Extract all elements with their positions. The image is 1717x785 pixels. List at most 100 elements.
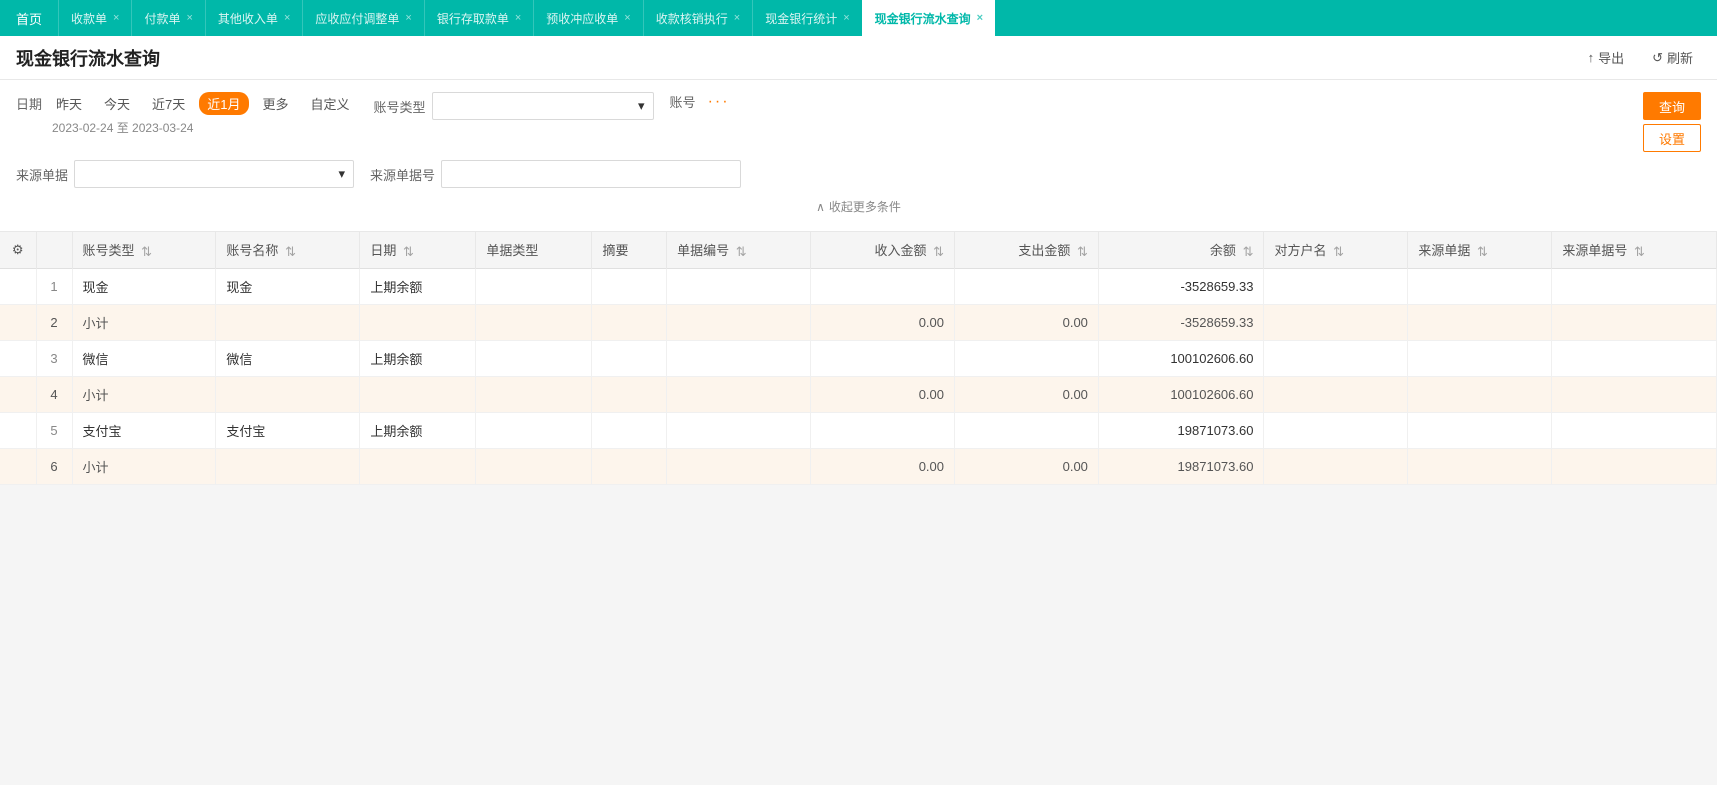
td-source-doc-no xyxy=(1552,340,1717,376)
date-label: 日期 xyxy=(16,94,42,113)
th-gear[interactable]: ⚙ xyxy=(0,232,36,268)
td-account-name: 支付宝 xyxy=(216,412,360,448)
th-account-type[interactable]: 账号类型 ⇅ xyxy=(72,232,216,268)
account-type-select[interactable]: ▾ xyxy=(432,92,654,120)
td-source-doc xyxy=(1408,376,1552,412)
sort-icon: ⇅ xyxy=(1333,244,1344,260)
td-doc-no xyxy=(667,412,811,448)
td-source-doc xyxy=(1408,412,1552,448)
export-button[interactable]: ↑ 导出 xyxy=(1580,44,1633,71)
close-icon[interactable]: × xyxy=(843,12,849,24)
date-today[interactable]: 今天 xyxy=(96,92,138,115)
collapse-bar[interactable]: ∧ 收起更多条件 xyxy=(16,194,1701,219)
td-source-doc xyxy=(1408,448,1552,484)
td-source-doc xyxy=(1408,268,1552,304)
close-icon[interactable]: × xyxy=(977,12,983,24)
td-account-type: 小计 xyxy=(72,448,216,484)
td-balance: 19871073.60 xyxy=(1098,412,1264,448)
td-index: 3 xyxy=(36,340,72,376)
nav-home[interactable]: 首页 xyxy=(0,0,58,36)
close-icon[interactable]: × xyxy=(515,12,521,24)
td-doc-type xyxy=(476,376,592,412)
table-row: 6小计0.000.0019871073.60 xyxy=(0,448,1717,484)
td-date xyxy=(360,304,476,340)
td-expense: 0.00 xyxy=(955,304,1099,340)
close-icon[interactable]: × xyxy=(405,12,411,24)
td-doc-no xyxy=(667,376,811,412)
td-source-doc-no xyxy=(1552,304,1717,340)
th-source-doc-no[interactable]: 来源单据号 ⇅ xyxy=(1552,232,1717,268)
td-account-type: 现金 xyxy=(72,268,216,304)
date-more[interactable]: 更多 xyxy=(255,92,297,115)
th-income[interactable]: 收入金额 ⇅ xyxy=(811,232,955,268)
query-button[interactable]: 查询 xyxy=(1643,92,1701,120)
gear-icon: ⚙ xyxy=(12,242,24,257)
td-expense xyxy=(955,340,1099,376)
sort-icon: ⇅ xyxy=(285,244,296,260)
th-counterparty[interactable]: 对方户名 ⇅ xyxy=(1264,232,1408,268)
chevron-down-icon: ▾ xyxy=(638,98,645,114)
table-row: 4小计0.000.00100102606.60 xyxy=(0,376,1717,412)
close-icon[interactable]: × xyxy=(113,12,119,24)
td-counterparty xyxy=(1264,340,1408,376)
date-yesterday[interactable]: 昨天 xyxy=(48,92,90,115)
nav-tab-yushou[interactable]: 预收冲应收单 × xyxy=(533,0,642,36)
th-balance[interactable]: 余额 ⇅ xyxy=(1098,232,1264,268)
nav-tab-qitashouru[interactable]: 其他收入单 × xyxy=(205,0,302,36)
td-balance: -3528659.33 xyxy=(1098,268,1264,304)
td-source-doc xyxy=(1408,304,1552,340)
td-checkbox xyxy=(0,304,36,340)
nav-tab-liushui[interactable]: 现金银行流水查询 × xyxy=(862,0,995,36)
source-doc-label: 来源单据 xyxy=(16,165,68,184)
refresh-button[interactable]: ↺ 刷新 xyxy=(1644,44,1701,71)
td-source-doc-no xyxy=(1552,448,1717,484)
nav-tab-xianjin-stat[interactable]: 现金银行统计 × xyxy=(752,0,861,36)
td-index: 6 xyxy=(36,448,72,484)
td-doc-no xyxy=(667,268,811,304)
td-account-name xyxy=(216,304,360,340)
date-custom[interactable]: 自定义 xyxy=(303,92,358,115)
td-balance: 100102606.60 xyxy=(1098,340,1264,376)
nav-tab-shouquan[interactable]: 收款核销执行 × xyxy=(643,0,752,36)
nav-tab-yingshouyingfu[interactable]: 应收应付调整单 × xyxy=(302,0,423,36)
collapse-icon: ∧ xyxy=(816,200,825,214)
date-7days[interactable]: 近7天 xyxy=(144,92,193,115)
account-more-btn[interactable]: ··· xyxy=(702,93,736,111)
td-doc-no xyxy=(667,304,811,340)
close-icon[interactable]: × xyxy=(734,12,740,24)
td-doc-type xyxy=(476,340,592,376)
close-icon[interactable]: × xyxy=(284,12,290,24)
nav-tab-yinhangshequ[interactable]: 银行存取款单 × xyxy=(424,0,533,36)
th-account-name[interactable]: 账号名称 ⇅ xyxy=(216,232,360,268)
td-summary xyxy=(592,376,667,412)
date-1month[interactable]: 近1月 xyxy=(199,92,248,115)
td-income xyxy=(811,340,955,376)
chevron-down-icon2: ▾ xyxy=(338,166,345,182)
td-date: 上期余额 xyxy=(360,340,476,376)
th-expense[interactable]: 支出金额 ⇅ xyxy=(955,232,1099,268)
td-expense: 0.00 xyxy=(955,376,1099,412)
close-icon[interactable]: × xyxy=(624,12,630,24)
td-account-type: 支付宝 xyxy=(72,412,216,448)
header-actions: ↑ 导出 ↺ 刷新 xyxy=(1580,44,1701,71)
td-index: 4 xyxy=(36,376,72,412)
th-summary: 摘要 xyxy=(592,232,667,268)
refresh-icon: ↺ xyxy=(1652,50,1663,66)
table-container: ⚙ 账号类型 ⇅ 账号名称 ⇅ 日期 ⇅ 单据类型 xyxy=(0,232,1717,485)
source-doc-select[interactable]: ▾ xyxy=(74,160,354,188)
td-checkbox xyxy=(0,268,36,304)
td-balance: 19871073.60 xyxy=(1098,448,1264,484)
close-icon[interactable]: × xyxy=(186,12,192,24)
th-date[interactable]: 日期 ⇅ xyxy=(360,232,476,268)
source-doc-no-input[interactable] xyxy=(441,160,741,188)
sort-icon: ⇅ xyxy=(1077,244,1088,260)
nav-tab-shoudan[interactable]: 收款单 × xyxy=(58,0,131,36)
table-row: 1现金现金上期余额-3528659.33 xyxy=(0,268,1717,304)
th-doc-no[interactable]: 单据编号 ⇅ xyxy=(667,232,811,268)
table-header-row: ⚙ 账号类型 ⇅ 账号名称 ⇅ 日期 ⇅ 单据类型 xyxy=(0,232,1717,268)
td-counterparty xyxy=(1264,304,1408,340)
date-range-display: 2023-02-24 至 2023-03-24 xyxy=(52,119,193,136)
setting-button[interactable]: 设置 xyxy=(1643,124,1701,152)
th-source-doc[interactable]: 来源单据 ⇅ xyxy=(1408,232,1552,268)
nav-tab-fudan[interactable]: 付款单 × xyxy=(131,0,204,36)
